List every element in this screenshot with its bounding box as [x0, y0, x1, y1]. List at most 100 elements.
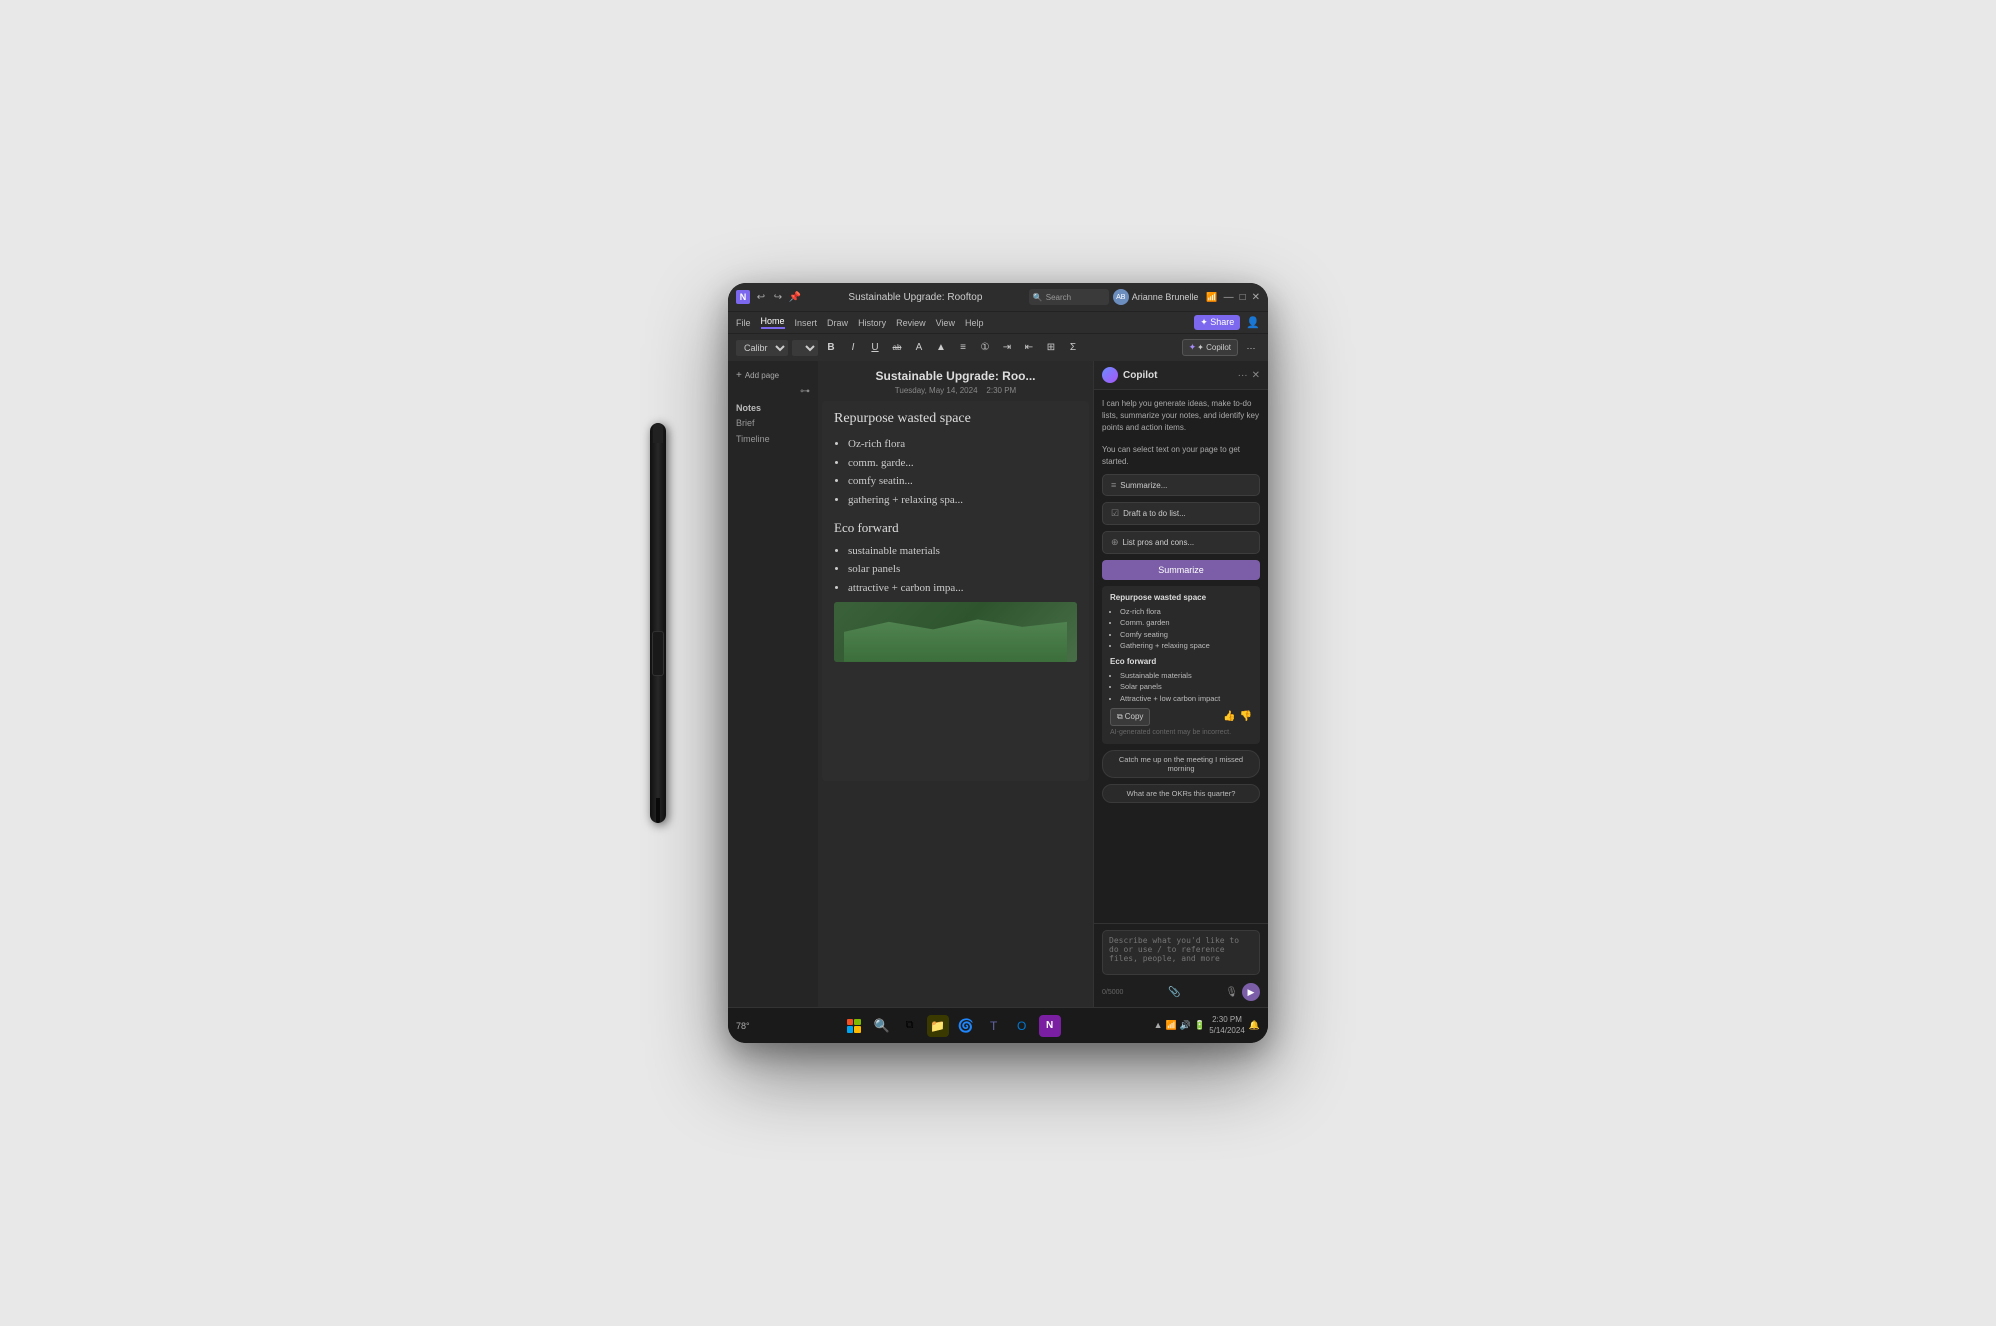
- task-view-button[interactable]: ⧉: [899, 1015, 921, 1037]
- minimize-btn[interactable]: —: [1224, 292, 1234, 303]
- note-date-time: Tuesday, May 14, 2024 2:30 PM: [818, 386, 1093, 395]
- copilot-input-area: 0/5000 📎 🎙 ▶: [1094, 923, 1268, 1007]
- handwritten-list2: sustainable materials solar panels attra…: [834, 542, 1077, 598]
- copilot-intro2-text: You can select text on your page to get …: [1102, 444, 1260, 468]
- onenote-taskbar-button[interactable]: N: [1039, 1015, 1061, 1037]
- copilot-button[interactable]: ✦ ✦ Copilot: [1182, 339, 1238, 356]
- handwritten-title1: Repurpose wasted space: [834, 411, 1077, 427]
- menu-help[interactable]: Help: [965, 318, 984, 328]
- send-button[interactable]: ▶: [1242, 983, 1260, 1001]
- suggestion-pros-cons[interactable]: ⊕ List pros and cons...: [1102, 531, 1260, 554]
- sort-icon[interactable]: ⊶: [800, 386, 810, 397]
- windows-logo: [847, 1019, 861, 1033]
- user-info: AB Arianne Brunelle: [1113, 289, 1199, 305]
- copilot-more-icon[interactable]: ···: [1238, 370, 1248, 381]
- maximize-btn[interactable]: □: [1240, 292, 1246, 303]
- thumbs-down-icon[interactable]: 👎: [1240, 709, 1252, 724]
- indent-button[interactable]: ⇥: [998, 339, 1016, 357]
- windows-start-button[interactable]: [843, 1015, 865, 1037]
- titlebar-search[interactable]: 🔍 Search: [1029, 289, 1109, 305]
- result-item-4: Gathering + relaxing space: [1120, 640, 1252, 651]
- attach-icon[interactable]: 📎: [1168, 987, 1180, 998]
- menu-draw[interactable]: Draw: [827, 318, 848, 328]
- battery-icon[interactable]: 🔋: [1194, 1020, 1205, 1031]
- strikethrough-button[interactable]: ab: [888, 339, 906, 357]
- outlook-icon: O: [1017, 1019, 1026, 1033]
- notification-icon[interactable]: 🔔: [1249, 1020, 1260, 1031]
- menu-view[interactable]: View: [936, 318, 955, 328]
- taskbar-clock[interactable]: 2:30 PM 5/14/2024: [1209, 1015, 1245, 1036]
- titlebar-controls: 📶 — □ ✕: [1206, 292, 1260, 303]
- copy-button[interactable]: ⧉ Copy: [1110, 708, 1150, 726]
- add-page-icon: +: [736, 370, 742, 381]
- sidebar-item-timeline[interactable]: Timeline: [728, 431, 818, 447]
- volume-icon[interactable]: 🔊: [1180, 1020, 1191, 1031]
- account-icon[interactable]: 👤: [1246, 316, 1260, 329]
- result-actions: ⧉ Copy 👍 👎: [1110, 708, 1252, 726]
- menu-review[interactable]: Review: [896, 318, 926, 328]
- menu-file[interactable]: File: [736, 318, 751, 328]
- menu-history[interactable]: History: [858, 318, 886, 328]
- prompt-suggestion-1[interactable]: Catch me up on the meeting I missed morn…: [1102, 750, 1260, 778]
- outlook-button[interactable]: O: [1011, 1015, 1033, 1037]
- highlight-button[interactable]: A: [910, 339, 928, 357]
- mic-icon[interactable]: 🎙: [1225, 987, 1238, 998]
- taskbar-time-display: 2:30 PM: [1209, 1015, 1245, 1025]
- numbered-list-button[interactable]: ①: [976, 339, 994, 357]
- copilot-textarea[interactable]: [1102, 930, 1260, 975]
- color-button[interactable]: ▲: [932, 339, 950, 357]
- font-size-selector[interactable]: 11: [792, 340, 818, 356]
- prompt-suggestion-2[interactable]: What are the OKRs this quarter?: [1102, 784, 1260, 803]
- note-page[interactable]: Repurpose wasted space Oz-rich flora com…: [822, 401, 1089, 781]
- more-ribbon-button[interactable]: ···: [1242, 339, 1260, 357]
- result-section1-title: Repurpose wasted space: [1110, 592, 1252, 604]
- suggestion-summarize[interactable]: ≡ Summarize...: [1102, 474, 1260, 496]
- summarize-label: Summarize...: [1120, 481, 1167, 490]
- copilot-close-icon[interactable]: ✕: [1252, 370, 1260, 381]
- bullets-button[interactable]: ≡: [954, 339, 972, 357]
- close-btn[interactable]: ✕: [1252, 292, 1260, 303]
- result-section2-list: Sustainable materials Solar panels Attra…: [1110, 670, 1252, 704]
- copilot-intro-text: I can help you generate ideas, make to-d…: [1102, 398, 1260, 434]
- note-header: Sustainable Upgrade: Roo...: [818, 361, 1093, 386]
- search-placeholder: Search: [1046, 293, 1071, 302]
- bold-button[interactable]: B: [822, 339, 840, 357]
- copilot-ribbon-label: ✦ Copilot: [1197, 343, 1231, 352]
- search-taskbar-button[interactable]: 🔍: [871, 1015, 893, 1037]
- note-time: 2:30 PM: [986, 386, 1016, 395]
- teams-button[interactable]: T: [983, 1015, 1005, 1037]
- edge-icon: 🌀: [958, 1018, 974, 1034]
- formula-button[interactable]: Σ: [1064, 339, 1082, 357]
- underline-button[interactable]: U: [866, 339, 884, 357]
- summarize-button[interactable]: Summarize: [1102, 560, 1260, 580]
- share-button[interactable]: ✦ Share: [1194, 315, 1240, 330]
- copilot-panel-logo: [1102, 367, 1118, 383]
- pin-icon[interactable]: 📌: [788, 290, 802, 304]
- file-explorer-button[interactable]: 📁: [927, 1015, 949, 1037]
- result-item-1: Oz-rich flora: [1120, 606, 1252, 617]
- menu-insert[interactable]: Insert: [795, 318, 818, 328]
- edge-button[interactable]: 🌀: [955, 1015, 977, 1037]
- copilot-header-icons: ··· ✕: [1238, 370, 1260, 381]
- ai-disclaimer: AI-generated content may be incorrect.: [1110, 728, 1252, 739]
- sidebar-item-brief[interactable]: Brief: [728, 415, 818, 431]
- italic-button[interactable]: I: [844, 339, 862, 357]
- suggestion-todo[interactable]: ☑ Draft a to do list...: [1102, 502, 1260, 525]
- font-selector[interactable]: Calibri: [736, 340, 788, 356]
- thumbs-up-icon[interactable]: 👍: [1223, 709, 1235, 724]
- wifi-status-icon[interactable]: 📶: [1166, 1020, 1177, 1031]
- note-content: Sustainable Upgrade: Roo... Tuesday, May…: [818, 361, 1093, 1007]
- list-item-6: solar panels: [848, 560, 1077, 579]
- outdent-button[interactable]: ⇤: [1020, 339, 1038, 357]
- menu-home[interactable]: Home: [761, 316, 785, 329]
- table-button[interactable]: ⊞: [1042, 339, 1060, 357]
- redo-icon[interactable]: ↪: [771, 290, 785, 304]
- sidebar-add-page[interactable]: + Add page: [728, 367, 818, 384]
- list-item-5: sustainable materials: [848, 542, 1077, 561]
- undo-icon[interactable]: ↩: [754, 290, 768, 304]
- chevron-up-icon[interactable]: ▲: [1154, 1020, 1163, 1031]
- taskbar-icons: 🔍 ⧉ 📁 🌀 T O: [754, 1015, 1150, 1037]
- ribbon: Calibri 11 B I U ab A ▲ ≡ ① ⇥ ⇤ ⊞ Σ ✦: [728, 333, 1268, 361]
- char-count: 0/5000: [1102, 989, 1123, 996]
- copilot-panel: Copilot ··· ✕ I can help you generate id…: [1093, 361, 1268, 1007]
